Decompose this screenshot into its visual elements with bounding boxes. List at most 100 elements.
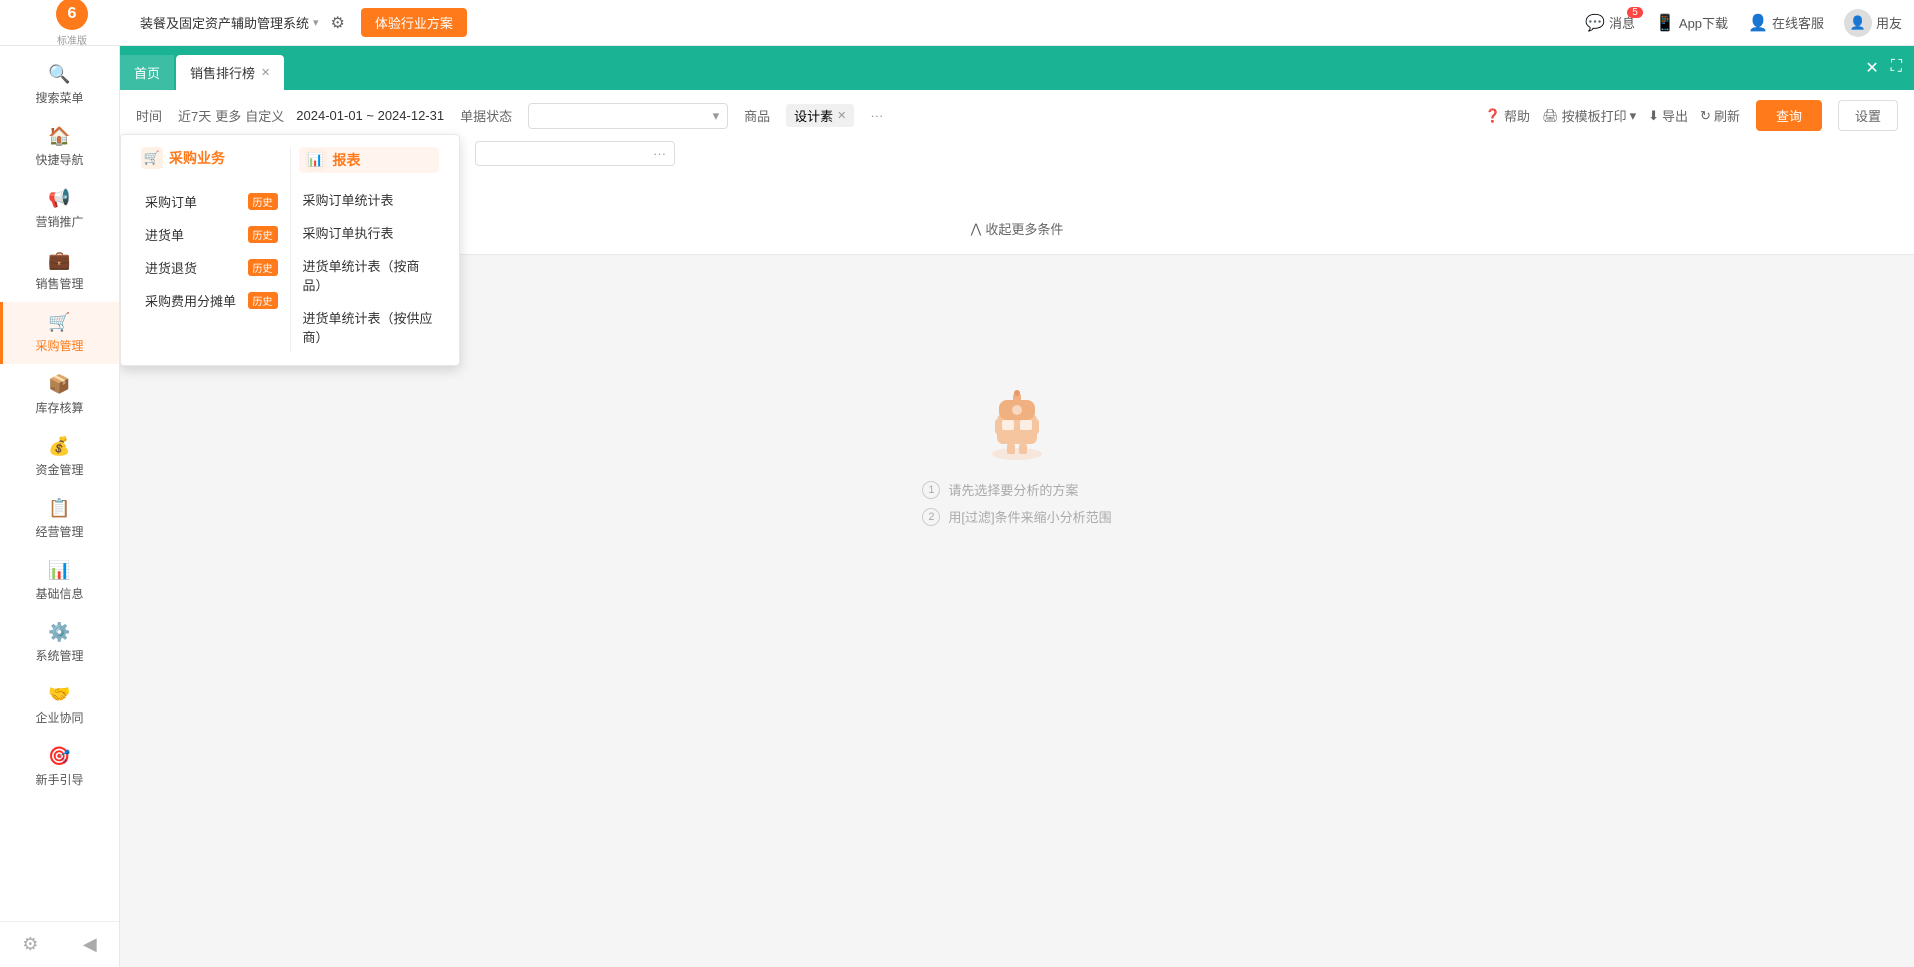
goods-label: 商品 (744, 106, 770, 125)
purchase-order-label: 采购订单 (145, 192, 197, 211)
inbound-label: 进货单 (145, 225, 184, 244)
sidebar-label-system: 系统管理 (35, 647, 83, 664)
refresh-icon: ↻ (1700, 108, 1711, 124)
date-label: 时间 (136, 106, 162, 125)
purchase-expense-history[interactable]: 历史 (248, 292, 278, 309)
basic-info-icon: 📊 (48, 560, 70, 581)
tab-home[interactable]: 首页 (120, 55, 174, 90)
menu-item-inbound[interactable]: 进货单 历史 (141, 218, 282, 251)
purchase-order-stats-label: 采购订单统计表 (303, 190, 394, 209)
salesperson-arrow: ··· (653, 146, 666, 161)
doc-status-selector[interactable]: ▾ (528, 103, 728, 129)
refresh-action[interactable]: ↻ 刷新 (1700, 106, 1740, 125)
empty-tip-1: 1 请先选择要分析的方案 (922, 480, 1111, 499)
purchase-order-history[interactable]: 历史 (248, 193, 278, 210)
inbound-stats-goods-label: 进货单统计表（按商品） (303, 256, 436, 294)
purchase-expense-label: 采购费用分摊单 (145, 291, 236, 310)
content-panel: 时间 近7天 更多 自定义 2024-01-01 ~ 2024-12-31 单据… (120, 90, 1914, 967)
print-dropdown-arrow[interactable]: ▾ (1630, 108, 1637, 124)
report-header-icon: 📊 (305, 149, 327, 171)
sidebar-label-purchase: 采购管理 (35, 337, 83, 354)
tab-sales-ranking[interactable]: 销售排行榜 ✕ (176, 55, 284, 90)
query-button[interactable]: 查询 (1756, 100, 1822, 131)
industry-button[interactable]: 体验行业方案 (361, 8, 467, 37)
sidebar-item-finance[interactable]: 💰 资金管理 (0, 426, 119, 488)
sidebar-label-search: 搜索菜单 (35, 89, 83, 106)
tab-sales-ranking-label: 销售排行榜 (190, 63, 255, 82)
sidebar-item-quick-nav[interactable]: 🏠 快捷导航 (0, 116, 119, 178)
date-more[interactable]: 更多 (215, 106, 241, 125)
date-preset-7days[interactable]: 近7天 (178, 106, 211, 125)
sidebar-collapse-btn[interactable]: ◀ (83, 934, 97, 955)
sales-icon: 💼 (48, 250, 70, 271)
sidebar-item-enterprise[interactable]: 🤝 企业协同 (0, 674, 119, 736)
goods-tag-remove[interactable]: ✕ (837, 109, 846, 122)
sidebar-item-operations[interactable]: 📋 经营管理 (0, 488, 119, 550)
user-area[interactable]: 👤 用友 (1844, 9, 1902, 37)
tab-home-label: 首页 (134, 63, 160, 82)
messages-action[interactable]: 💬 消息 5 (1585, 13, 1635, 33)
robot-svg (977, 384, 1057, 464)
purchase-header-icon: 🛒 (141, 147, 163, 169)
date-custom[interactable]: 自定义 (245, 106, 284, 125)
app-download-label: App下载 (1679, 13, 1728, 32)
inbound-history[interactable]: 历史 (248, 226, 278, 243)
date-filter: 近7天 更多 自定义 2024-01-01 ~ 2024-12-31 (178, 106, 444, 125)
logo-area: 6 标准版 (12, 0, 132, 47)
tab-close-icon[interactable]: ✕ (261, 66, 270, 79)
purchase-menu-header: 🛒 采购业务 (141, 147, 282, 175)
system-title-area: 装餐及固定资产辅助管理系统 ▾ ⚙ (132, 13, 345, 33)
sidebar-item-system[interactable]: ⚙️ 系统管理 (0, 612, 119, 674)
export-action[interactable]: ⬇ 导出 (1648, 106, 1688, 125)
report-menu-header: 📊 报表 (299, 147, 440, 173)
sidebar-settings-btn[interactable]: ⚙ (22, 934, 38, 955)
sidebar-label-basic-info: 基础信息 (35, 585, 83, 602)
header-right: 💬 消息 5 📱 App下载 👤 在线客服 👤 用友 (1585, 9, 1902, 37)
message-badge: 5 (1627, 7, 1643, 18)
menu-item-purchase-order-stats[interactable]: 采购订单统计表 (299, 183, 440, 216)
settings-button[interactable]: 设置 (1838, 100, 1898, 131)
system-title-dropdown-icon[interactable]: ▾ (313, 16, 319, 29)
menu-item-purchase-order-exec[interactable]: 采购订单执行表 (299, 216, 440, 249)
help-action[interactable]: ❓ 帮助 (1485, 106, 1530, 125)
sidebar-label-inventory: 库存核算 (35, 399, 83, 416)
menu-item-inbound-stats-supplier[interactable]: 进货单统计表（按供应商） (299, 301, 440, 353)
tab-close-all-icon[interactable]: ✕ (1865, 58, 1878, 78)
sidebar-label-quick-nav: 快捷导航 (35, 151, 83, 168)
tab-maximize-icon[interactable]: ⛶ (1891, 58, 1902, 78)
empty-robot-illustration (977, 384, 1057, 464)
report-menu-column: 📊 报表 采购订单统计表 采购订单执行表 进货单统计表（按商品） (290, 147, 448, 353)
goods-more-dots[interactable]: ··· (870, 108, 883, 123)
empty-tip-2-text: 用[过滤]条件来缩小分析范围 (948, 507, 1111, 526)
online-service-action[interactable]: 👤 在线客服 (1748, 13, 1824, 33)
salesperson-selector[interactable]: ··· (475, 141, 675, 166)
menu-item-inbound-stats-goods[interactable]: 进货单统计表（按商品） (299, 249, 440, 301)
empty-tip-2: 2 用[过滤]条件来缩小分析范围 (922, 507, 1111, 526)
sidebar-item-purchase[interactable]: 🛒 采购管理 (0, 302, 119, 364)
return-label: 进货退货 (145, 258, 197, 277)
sidebar-item-guide[interactable]: 🎯 新手引导 (0, 736, 119, 798)
menu-item-return[interactable]: 进货退货 历史 (141, 251, 282, 284)
sidebar-item-search[interactable]: 🔍 搜索菜单 (0, 54, 119, 116)
app-download-action[interactable]: 📱 App下载 (1655, 13, 1728, 33)
system-settings-icon[interactable]: ⚙ (331, 13, 345, 33)
marketing-icon: 📢 (48, 188, 70, 209)
online-service-label: 在线客服 (1772, 13, 1824, 32)
sidebar-item-basic-info[interactable]: 📊 基础信息 (0, 550, 119, 612)
menu-item-purchase-order[interactable]: 采购订单 历史 (141, 185, 282, 218)
logo-icon: 6 (56, 0, 88, 30)
sidebar-item-marketing[interactable]: 📢 营销推广 (0, 178, 119, 240)
enterprise-icon: 🤝 (48, 684, 70, 705)
system-icon: ⚙️ (48, 622, 70, 643)
print-action[interactable]: 🖨 按模板打印 ▾ (1542, 106, 1636, 125)
purchase-order-exec-label: 采购订单执行表 (303, 223, 394, 242)
menu-item-purchase-expense[interactable]: 采购费用分摊单 历史 (141, 284, 282, 317)
purchase-icon: 🛒 (48, 312, 70, 333)
tab-bar-actions: ✕ ⛶ (1865, 58, 1902, 78)
return-history[interactable]: 历史 (248, 259, 278, 276)
finance-icon: 💰 (48, 436, 70, 457)
sidebar-label-sales: 销售管理 (35, 275, 83, 292)
sidebar-bottom: ⚙ ◀ (0, 921, 119, 967)
sidebar-item-sales[interactable]: 💼 销售管理 (0, 240, 119, 302)
sidebar-item-inventory[interactable]: 📦 库存核算 (0, 364, 119, 426)
